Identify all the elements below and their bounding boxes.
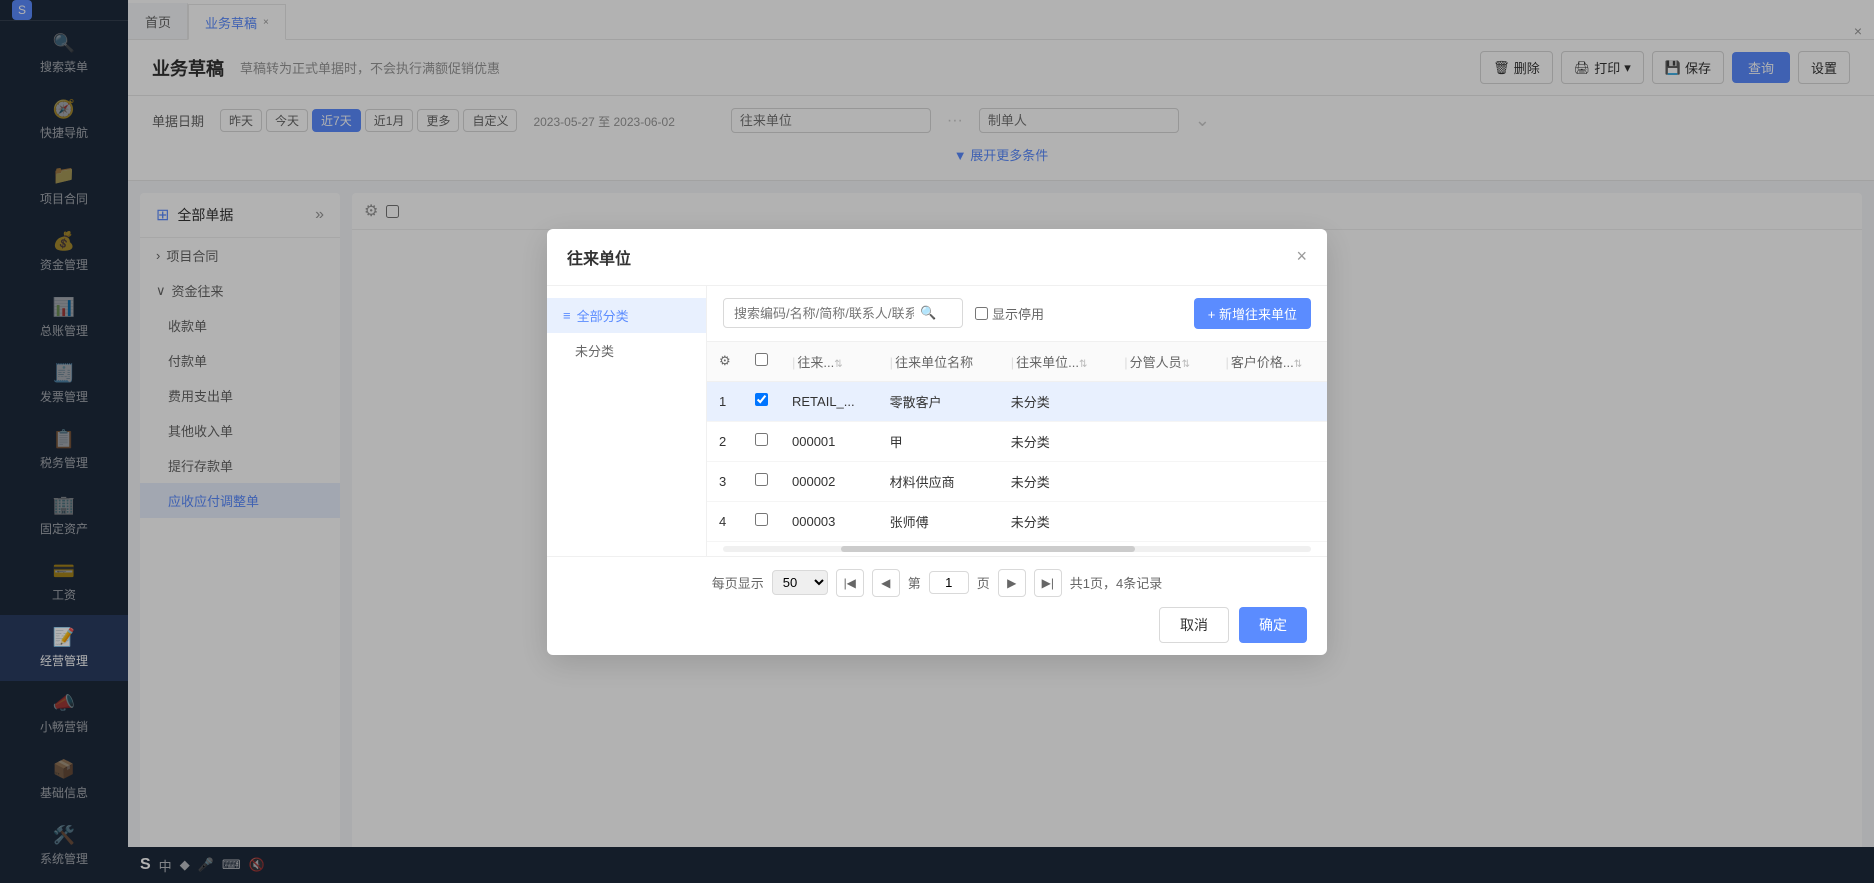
row-code: RETAIL_... — [780, 381, 878, 421]
row-manager — [1112, 501, 1213, 541]
page-first-btn[interactable]: |◀ — [836, 569, 864, 597]
modal-content: 🔍 显示停用 + 新增往来单位 ⚙ — [707, 286, 1327, 556]
table-select-all[interactable] — [755, 353, 768, 366]
modal-overlay: 往来单位 × ≡ 全部分类 未分类 — [0, 0, 1874, 883]
modal-close-button[interactable]: × — [1296, 246, 1307, 267]
col-name: |往来单位名称 — [878, 342, 999, 382]
grid-menu-icon: ≡ — [563, 308, 571, 323]
row-price — [1214, 421, 1328, 461]
col-code: |往来...⇅ — [780, 342, 878, 382]
page-next-btn[interactable]: ▶ — [998, 569, 1026, 597]
col-settings[interactable]: ⚙ — [707, 342, 743, 382]
pagination: 每页显示 50 10 20 100 |◀ ◀ 第 页 ▶ ▶| 共1页，4条记录 — [567, 569, 1307, 597]
row-category: 未分类 — [999, 381, 1112, 421]
row-category: 未分类 — [999, 421, 1112, 461]
modal-sidebar: ≡ 全部分类 未分类 — [547, 286, 707, 556]
page-last-btn[interactable]: ▶| — [1034, 569, 1062, 597]
row-manager — [1112, 461, 1213, 501]
modal-dialog: 往来单位 × ≡ 全部分类 未分类 — [547, 229, 1327, 655]
row-no: 1 — [707, 381, 743, 421]
table-row[interactable]: 3 000002 材料供应商 未分类 — [707, 461, 1327, 501]
page-unit: 页 — [977, 573, 990, 592]
confirm-button[interactable]: 确定 — [1239, 607, 1307, 643]
row-name: 甲 — [878, 421, 999, 461]
row-category: 未分类 — [999, 461, 1112, 501]
total-text: 共1页，4条记录 — [1070, 573, 1162, 592]
row-no: 2 — [707, 421, 743, 461]
row-category: 未分类 — [999, 501, 1112, 541]
modal-sidebar-item-all[interactable]: ≡ 全部分类 — [547, 298, 706, 333]
col-checkbox[interactable] — [743, 342, 780, 382]
modal-footer: 每页显示 50 10 20 100 |◀ ◀ 第 页 ▶ ▶| 共1页，4条记录 — [547, 556, 1327, 655]
row-code: 000003 — [780, 501, 878, 541]
col-price: |客户价格...⇅ — [1214, 342, 1328, 382]
page-size-select[interactable]: 50 10 20 100 — [772, 570, 828, 595]
show-inactive-checkbox[interactable] — [975, 307, 988, 320]
modal-search-bar: 🔍 显示停用 + 新增往来单位 — [707, 286, 1327, 342]
col-manager: |分管人员⇅ — [1112, 342, 1213, 382]
row-manager — [1112, 421, 1213, 461]
modal-action-buttons: 取消 确定 — [567, 607, 1307, 643]
modal-search-input[interactable] — [734, 306, 914, 321]
table-row[interactable]: 4 000003 张师傅 未分类 — [707, 501, 1327, 541]
page-size-label: 每页显示 — [712, 573, 764, 592]
search-icon: 🔍 — [920, 305, 936, 321]
row-code: 000001 — [780, 421, 878, 461]
page-input[interactable] — [929, 571, 969, 594]
row-checkbox[interactable] — [743, 461, 780, 501]
modal-header: 往来单位 × — [547, 229, 1327, 286]
modal-body: ≡ 全部分类 未分类 🔍 — [547, 286, 1327, 556]
row-code: 000002 — [780, 461, 878, 501]
row-name: 材料供应商 — [878, 461, 999, 501]
table-row[interactable]: 1 RETAIL_... 零散客户 未分类 — [707, 381, 1327, 421]
show-inactive-label: 显示停用 — [975, 304, 1044, 323]
horizontal-scrollbar[interactable] — [723, 546, 1311, 552]
modal-sidebar-item-unclassified[interactable]: 未分类 — [547, 333, 706, 368]
row-manager — [1112, 381, 1213, 421]
cancel-button[interactable]: 取消 — [1159, 607, 1229, 643]
row-name: 零散客户 — [878, 381, 999, 421]
page-prev-btn[interactable]: ◀ — [872, 569, 900, 597]
row-no: 4 — [707, 501, 743, 541]
add-party-button[interactable]: + 新增往来单位 — [1194, 298, 1311, 329]
page-label: 第 — [908, 573, 921, 592]
row-checkbox[interactable] — [743, 421, 780, 461]
row-name: 张师傅 — [878, 501, 999, 541]
row-price — [1214, 461, 1328, 501]
row-price — [1214, 381, 1328, 421]
row-no: 3 — [707, 461, 743, 501]
row-checkbox[interactable] — [743, 501, 780, 541]
modal-title: 往来单位 — [567, 245, 631, 269]
row-checkbox[interactable] — [743, 381, 780, 421]
table-row[interactable]: 2 000001 甲 未分类 — [707, 421, 1327, 461]
col-category: |往来单位...⇅ — [999, 342, 1112, 382]
modal-table: ⚙ |往来...⇅ |往来单位名称 |往来单位...⇅ |分管人员⇅ |客户价格… — [707, 342, 1327, 556]
modal-search-container: 🔍 — [723, 298, 963, 328]
row-price — [1214, 501, 1328, 541]
